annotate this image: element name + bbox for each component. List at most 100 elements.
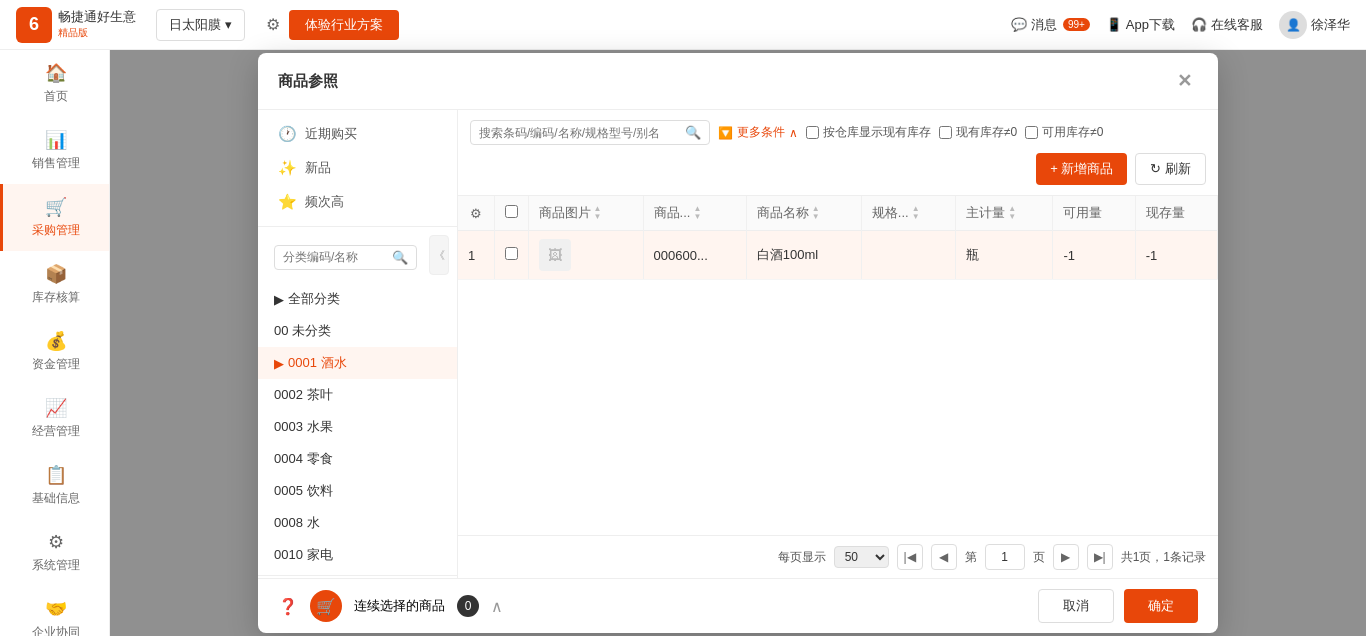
th-settings[interactable]: ⚙ bbox=[458, 196, 494, 231]
top-nav: 6 畅捷通好生意 精品版 日太阳膜 ▾ ⚙ 体验行业方案 💬 消息 99+ 📱 … bbox=[0, 0, 1366, 50]
app-download-link[interactable]: 📱 App下载 bbox=[1106, 16, 1175, 34]
collapse-panel-button[interactable]: 《 bbox=[429, 235, 449, 275]
sidebar-item-home[interactable]: 🏠 首页 bbox=[0, 50, 109, 117]
main-area: 商品参照 ✕ 🕐 近期购买 ✨ 新 bbox=[110, 50, 1366, 636]
sidebar-item-sales[interactable]: 📊 销售管理 bbox=[0, 117, 109, 184]
sidebar: 🏠 首页 📊 销售管理 🛒 采购管理 📦 库存核算 💰 资金管理 📈 经营管理 … bbox=[0, 50, 110, 636]
th-available: 可用量 bbox=[1053, 196, 1135, 231]
th-unit: 主计量 ▲▼ bbox=[956, 196, 1053, 231]
th-select-all[interactable] bbox=[494, 196, 528, 231]
chevron-up-icon: ∧ bbox=[789, 126, 798, 140]
category-water[interactable]: 0008 水 bbox=[258, 507, 457, 539]
confirm-button[interactable]: 确定 bbox=[1124, 589, 1198, 623]
messages-link[interactable]: 💬 消息 99+ bbox=[1011, 16, 1090, 34]
basics-icon: 📋 bbox=[45, 464, 67, 486]
toolbar-right: + 新增商品 ↻ 刷新 bbox=[1036, 153, 1206, 185]
close-button[interactable]: ✕ bbox=[1170, 67, 1198, 95]
sidebar-item-finance[interactable]: 💰 资金管理 bbox=[0, 318, 109, 385]
category-fruit[interactable]: 0003 水果 bbox=[258, 411, 457, 443]
warehouse-checkbox[interactable] bbox=[806, 126, 819, 139]
logo-text: 畅捷通好生意 bbox=[58, 9, 136, 26]
tab-new[interactable]: ✨ 新品 bbox=[266, 152, 449, 184]
dialog-body: 🕐 近期购买 ✨ 新品 ⭐ 频次高 bbox=[258, 110, 1218, 578]
finance-icon: 💰 bbox=[45, 330, 67, 352]
td-name: 白酒100ml bbox=[746, 231, 861, 280]
right-panel: 🔍 🔽 更多条件 ∧ 按仓库显示现有库存 bbox=[458, 110, 1218, 578]
collapse-footer-icon[interactable]: ∧ bbox=[491, 597, 503, 616]
sidebar-item-purchase[interactable]: 🛒 采购管理 bbox=[0, 184, 109, 251]
sidebar-item-operations[interactable]: 📈 经营管理 bbox=[0, 385, 109, 452]
cta-button[interactable]: 体验行业方案 bbox=[289, 10, 399, 40]
help-icon: ❓ bbox=[278, 597, 298, 616]
next-page-button[interactable]: ▶ bbox=[1053, 544, 1079, 570]
stock-neq0-checkbox[interactable] bbox=[939, 126, 952, 139]
td-code: 000600... bbox=[643, 231, 746, 280]
settings-icon[interactable]: ⚙ bbox=[257, 9, 289, 41]
td-stock: -1 bbox=[1135, 231, 1217, 280]
checkbox-available-neq0[interactable]: 可用库存≠0 bbox=[1025, 124, 1103, 141]
sort-arrows-spec: ▲▼ bbox=[912, 205, 920, 221]
table-header-row: ⚙ 商品图片 ▲▼ bbox=[458, 196, 1218, 231]
th-code: 商品... ▲▼ bbox=[643, 196, 746, 231]
search-icon: 🔍 bbox=[685, 125, 701, 140]
category-beverages[interactable]: 0005 饮料 bbox=[258, 475, 457, 507]
tab-recent[interactable]: 🕐 近期购买 bbox=[266, 118, 449, 150]
dialog-title: 商品参照 bbox=[278, 72, 338, 91]
category-snacks[interactable]: 0004 零食 bbox=[258, 443, 457, 475]
td-checkbox[interactable] bbox=[494, 231, 528, 280]
cart-icon[interactable]: 🛒 bbox=[310, 590, 342, 622]
filter-icon: 🔽 bbox=[718, 126, 733, 140]
sidebar-item-inventory[interactable]: 📦 库存核算 bbox=[0, 251, 109, 318]
select-all-checkbox[interactable] bbox=[505, 205, 518, 218]
category-search-input[interactable] bbox=[283, 250, 388, 264]
per-page-select[interactable]: 50 10 20 100 bbox=[834, 546, 889, 568]
new-icon: ✨ bbox=[278, 159, 297, 177]
sort-arrows-image: ▲▼ bbox=[594, 205, 602, 221]
product-table: ⚙ 商品图片 ▲▼ bbox=[458, 196, 1218, 280]
checkbox-warehouse[interactable]: 按仓库显示现有库存 bbox=[806, 124, 931, 141]
user-profile[interactable]: 👤 徐泽华 bbox=[1279, 11, 1350, 39]
sales-icon: 📊 bbox=[45, 129, 67, 151]
checkbox-stock-neq0[interactable]: 现有库存≠0 bbox=[939, 124, 1017, 141]
cancel-button[interactable]: 取消 bbox=[1038, 589, 1114, 623]
more-filters-button[interactable]: 🔽 更多条件 ∧ bbox=[718, 124, 798, 141]
td-unit: 瓶 bbox=[956, 231, 1053, 280]
online-service-link[interactable]: 🎧 在线客服 bbox=[1191, 16, 1263, 34]
available-neq0-checkbox[interactable] bbox=[1025, 126, 1038, 139]
sidebar-item-system[interactable]: ⚙ 系统管理 bbox=[0, 519, 109, 586]
mobile-icon: 📱 bbox=[1106, 17, 1122, 32]
image-icon: 🖼 bbox=[548, 247, 562, 263]
row-checkbox[interactable] bbox=[505, 247, 518, 260]
recent-icon: 🕐 bbox=[278, 125, 297, 143]
first-page-button[interactable]: |◀ bbox=[897, 544, 923, 570]
category-spirits[interactable]: ▶ 0001 酒水 bbox=[258, 347, 457, 379]
product-search-box: 🔍 bbox=[470, 120, 710, 145]
category-tea[interactable]: 0002 茶叶 bbox=[258, 379, 457, 411]
nav-dropdown[interactable]: 日太阳膜 ▾ bbox=[156, 9, 245, 41]
home-icon: 🏠 bbox=[45, 62, 67, 84]
prev-page-button[interactable]: ◀ bbox=[931, 544, 957, 570]
inventory-icon: 📦 bbox=[45, 263, 67, 285]
left-panel: 🕐 近期购买 ✨ 新品 ⭐ 频次高 bbox=[258, 110, 458, 578]
category-search-box: 🔍 bbox=[274, 245, 417, 270]
category-uncategorized[interactable]: 00 未分类 bbox=[258, 315, 457, 347]
refresh-button[interactable]: ↻ 刷新 bbox=[1135, 153, 1206, 185]
purchase-icon: 🛒 bbox=[45, 196, 67, 218]
td-image: 🖼 bbox=[528, 231, 643, 280]
frequent-icon: ⭐ bbox=[278, 193, 297, 211]
table-row[interactable]: 1 🖼 bbox=[458, 231, 1218, 280]
tab-frequent[interactable]: ⭐ 频次高 bbox=[266, 186, 449, 218]
logo-sub: 精品版 bbox=[58, 26, 136, 40]
last-page-button[interactable]: ▶| bbox=[1087, 544, 1113, 570]
sidebar-item-collab[interactable]: 🤝 企业协同 bbox=[0, 586, 109, 636]
category-all[interactable]: ▶ 全部分类 bbox=[258, 283, 457, 315]
search-icon: 🔍 bbox=[392, 250, 408, 265]
sidebar-item-basics[interactable]: 📋 基础信息 bbox=[0, 452, 109, 519]
collab-icon: 🤝 bbox=[45, 598, 67, 620]
category-list: ▶ 全部分类 00 未分类 ▶ 0001 酒水 0002 茶 bbox=[258, 279, 457, 575]
page-number-input[interactable] bbox=[985, 544, 1025, 570]
messages-badge: 99+ bbox=[1063, 18, 1090, 31]
category-appliances[interactable]: 0010 家电 bbox=[258, 539, 457, 571]
add-product-button[interactable]: + 新增商品 bbox=[1036, 153, 1127, 185]
product-search-input[interactable] bbox=[479, 126, 679, 140]
